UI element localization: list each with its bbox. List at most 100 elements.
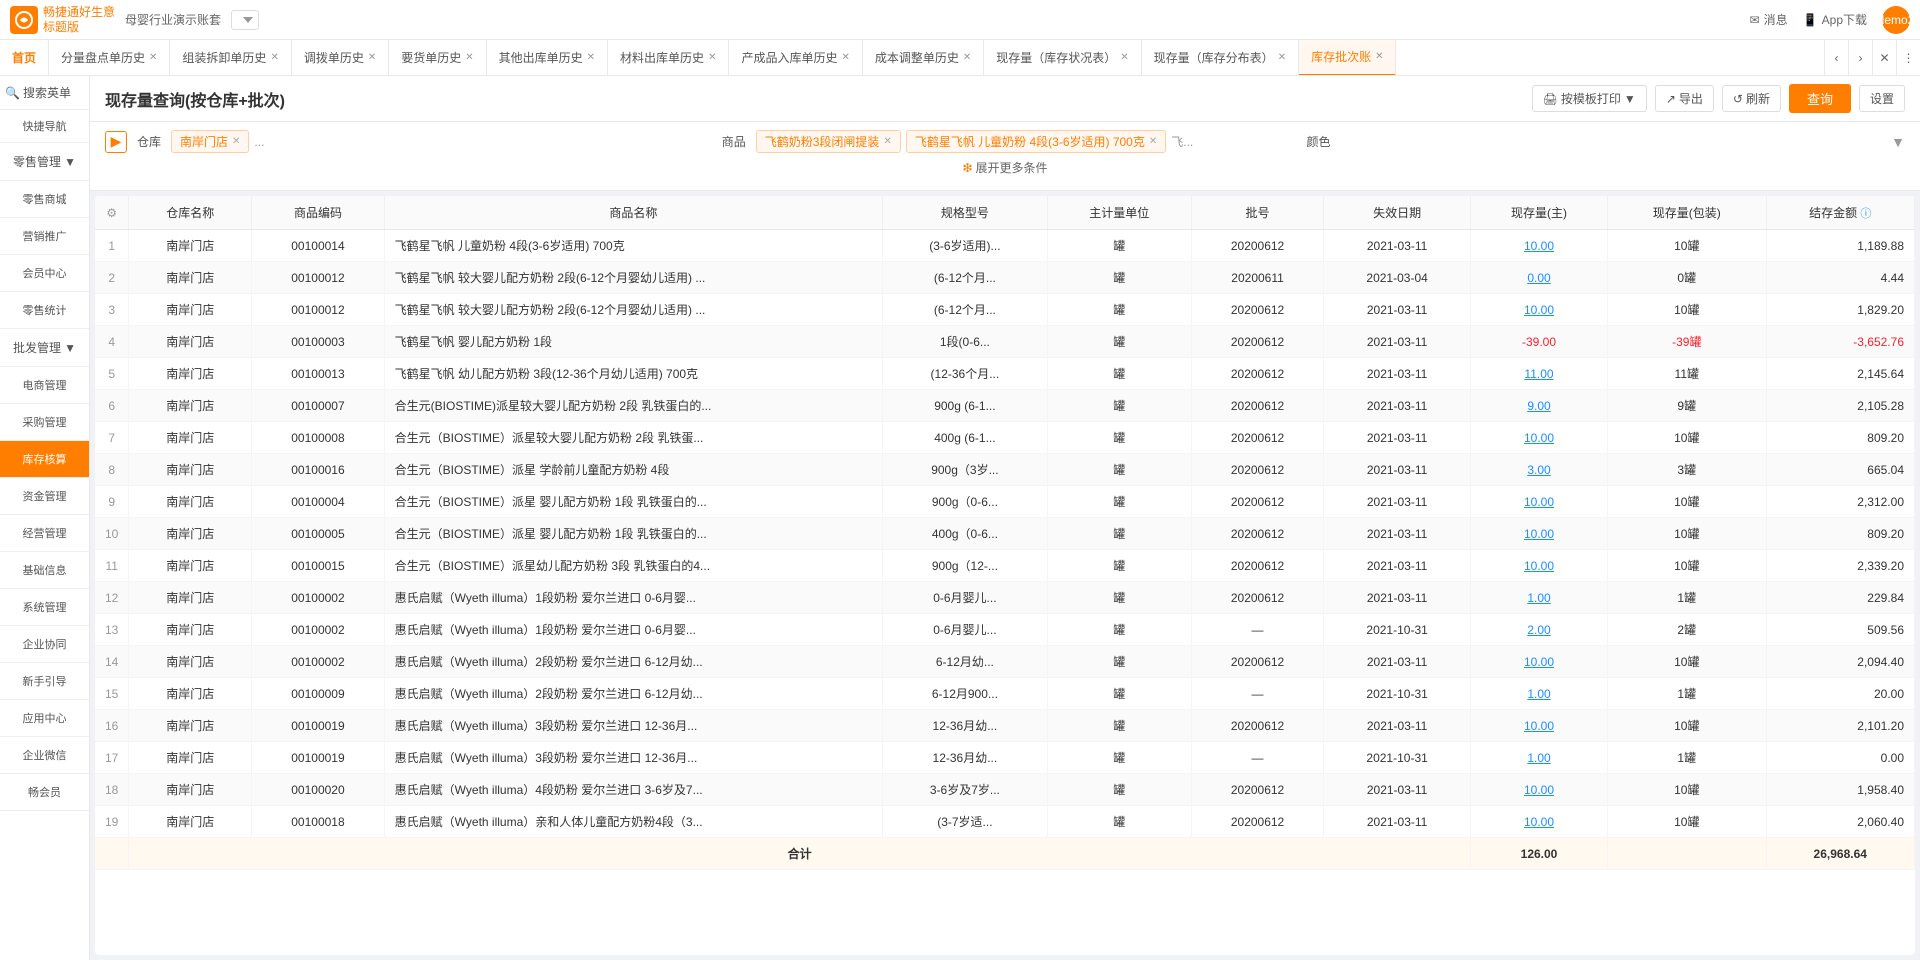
- tab-close-8[interactable]: ✕: [963, 52, 971, 63]
- tab-close-1[interactable]: ✕: [149, 52, 157, 63]
- tab-close-9[interactable]: ✕: [1120, 52, 1128, 63]
- table-footer-row: 合计 126.00 26,968.64: [95, 838, 1915, 870]
- nav-close-all[interactable]: ✕: [1872, 40, 1896, 76]
- filter-more-product[interactable]: 飞...: [1171, 133, 1193, 150]
- tab-11[interactable]: 库存批次账 ✕: [1299, 40, 1396, 76]
- tab-close-7[interactable]: ✕: [841, 52, 849, 63]
- row-warehouse: 南岸门店: [129, 294, 252, 326]
- row-qty-main[interactable]: 1.00: [1470, 582, 1607, 614]
- row-code: 00100002: [252, 582, 384, 614]
- messages-btn[interactable]: ✉ 消息: [1750, 11, 1788, 28]
- template-print-btn[interactable]: 🖨 按模板打印 ▼: [1532, 85, 1647, 112]
- product-tag-2[interactable]: 飞鹤星飞帆 儿童奶粉 4段(3-6岁适用) 700克 ✕: [906, 130, 1166, 153]
- query-btn[interactable]: 查询: [1789, 84, 1851, 113]
- row-qty-pkg: 10罐: [1608, 518, 1766, 550]
- app-download-btn[interactable]: 📱 App下载: [1803, 11, 1867, 28]
- sidebar-item-wechat[interactable]: 企业微信: [0, 737, 89, 774]
- sidebar-item-finance[interactable]: 资金管理: [0, 478, 89, 515]
- row-unit: 罐: [1047, 390, 1191, 422]
- product-tag-2-close[interactable]: ✕: [1149, 136, 1157, 147]
- row-qty-main[interactable]: 0.00: [1470, 262, 1607, 294]
- sidebar-search[interactable]: 🔍 搜索英单: [0, 76, 89, 110]
- sidebar-item-inventory[interactable]: 库存核算: [0, 441, 89, 478]
- row-qty-main[interactable]: 10.00: [1470, 486, 1607, 518]
- row-amount: 2,312.00: [1766, 486, 1915, 518]
- sidebar-item-system[interactable]: 系统管理: [0, 589, 89, 626]
- table-row: 14 南岸门店 00100002 惠氏启赋（Wyeth illuma）2段奶粉 …: [95, 646, 1915, 678]
- export-btn[interactable]: ↗ 导出: [1655, 85, 1714, 112]
- row-unit: 罐: [1047, 550, 1191, 582]
- sidebar-item-member2[interactable]: 畅会员: [0, 774, 89, 811]
- tab-10[interactable]: 现存量（库存分布表） ✕: [1142, 40, 1299, 76]
- sidebar-item-marketing[interactable]: 营销推广: [0, 218, 89, 255]
- nav-prev[interactable]: ‹: [1824, 40, 1848, 76]
- warehouse-tag-close[interactable]: ✕: [232, 136, 240, 147]
- row-code: 00100013: [252, 358, 384, 390]
- tab-5[interactable]: 其他出库单历史 ✕: [487, 40, 608, 76]
- row-qty-main[interactable]: 11.00: [1470, 358, 1607, 390]
- table-container[interactable]: ⚙ 仓库名称 商品编码 商品名称 规格型号 主计量单位 批号 失效日期 现存量(…: [95, 196, 1915, 955]
- industry-select[interactable]: [231, 10, 259, 30]
- tab-close-10[interactable]: ✕: [1278, 52, 1286, 63]
- tab-9[interactable]: 现存量（库存状况表） ✕: [984, 40, 1141, 76]
- tab-close-5[interactable]: ✕: [587, 52, 595, 63]
- sidebar-item-enterprise[interactable]: 企业协同: [0, 626, 89, 663]
- tab-close-6[interactable]: ✕: [708, 52, 716, 63]
- sidebar-item-wholesale[interactable]: 批发管理▼: [0, 329, 89, 367]
- tab-7[interactable]: 产成品入库单历史 ✕: [729, 40, 862, 76]
- avatar[interactable]: demo2: [1882, 6, 1910, 34]
- tab-close-4[interactable]: ✕: [465, 52, 473, 63]
- settings-btn[interactable]: 设置: [1859, 85, 1905, 112]
- sidebar-item-basics[interactable]: 基础信息: [0, 552, 89, 589]
- tab-6[interactable]: 材料出库单历史 ✕: [608, 40, 729, 76]
- row-qty-main[interactable]: 10.00: [1470, 806, 1607, 838]
- tab-close-11[interactable]: ✕: [1375, 51, 1383, 62]
- row-qty-main[interactable]: 10.00: [1470, 646, 1607, 678]
- row-qty-main[interactable]: 10.00: [1470, 230, 1607, 262]
- row-qty-main[interactable]: 10.00: [1470, 294, 1607, 326]
- sidebar-item-retail-mgmt[interactable]: 零售管理▼: [0, 143, 89, 181]
- tab-close-3[interactable]: ✕: [368, 52, 376, 63]
- nav-next[interactable]: ›: [1848, 40, 1872, 76]
- row-qty-main[interactable]: 10.00: [1470, 710, 1607, 742]
- amount-info-icon[interactable]: ⓘ: [1860, 208, 1871, 220]
- filter-expand-btn[interactable]: ❇ 展开更多条件: [105, 153, 1905, 182]
- tab-8[interactable]: 成本调整单历史 ✕: [863, 40, 984, 76]
- refresh-btn[interactable]: ↺ 刷新: [1722, 85, 1781, 112]
- tab-2[interactable]: 组装拆卸单历史 ✕: [170, 40, 291, 76]
- row-qty-main[interactable]: 2.00: [1470, 614, 1607, 646]
- sidebar-item-purchase[interactable]: 采购管理: [0, 404, 89, 441]
- row-num: 8: [95, 454, 129, 486]
- col-settings[interactable]: ⚙: [95, 196, 129, 230]
- color-dropdown[interactable]: ▼: [1891, 134, 1905, 150]
- sidebar-nav[interactable]: 快捷导航: [0, 110, 89, 143]
- sidebar-item-retail-shop[interactable]: 零售商城: [0, 181, 89, 218]
- row-qty-main[interactable]: 10.00: [1470, 518, 1607, 550]
- filter-toggle-arrow[interactable]: ▶: [105, 131, 127, 153]
- row-qty-main[interactable]: 10.00: [1470, 550, 1607, 582]
- row-qty-main[interactable]: 9.00: [1470, 390, 1607, 422]
- sidebar-item-guide[interactable]: 新手引导: [0, 663, 89, 700]
- row-qty-main[interactable]: 10.00: [1470, 422, 1607, 454]
- tab-1[interactable]: 分量盘点单历史 ✕: [49, 40, 170, 76]
- sidebar-item-operations[interactable]: 经营管理: [0, 515, 89, 552]
- sidebar-item-ecommerce[interactable]: 电商管理: [0, 367, 89, 404]
- nav-more[interactable]: ⋮: [1896, 40, 1920, 76]
- row-qty-main[interactable]: 3.00: [1470, 454, 1607, 486]
- row-code: 00100002: [252, 614, 384, 646]
- sidebar-item-app-center[interactable]: 应用中心: [0, 700, 89, 737]
- sidebar-item-retail-stat[interactable]: 零售统计: [0, 292, 89, 329]
- product-tag-1[interactable]: 飞鹤奶粉3段闭闸提装 ✕: [756, 130, 901, 153]
- product-tag-1-close[interactable]: ✕: [883, 136, 891, 147]
- tab-close-2[interactable]: ✕: [270, 52, 278, 63]
- row-qty-main[interactable]: 1.00: [1470, 742, 1607, 774]
- sidebar-item-member[interactable]: 会员中心: [0, 255, 89, 292]
- warehouse-tag[interactable]: 南岸门店 ✕: [171, 130, 249, 153]
- row-qty-main[interactable]: 1.00: [1470, 678, 1607, 710]
- row-qty-main[interactable]: 10.00: [1470, 774, 1607, 806]
- tab-3[interactable]: 调拨单历史 ✕: [292, 40, 389, 76]
- row-code: 00100008: [252, 422, 384, 454]
- filter-more-warehouse[interactable]: ...: [254, 135, 264, 149]
- tab-home[interactable]: 首页: [0, 40, 49, 76]
- tab-4[interactable]: 要货单历史 ✕: [389, 40, 486, 76]
